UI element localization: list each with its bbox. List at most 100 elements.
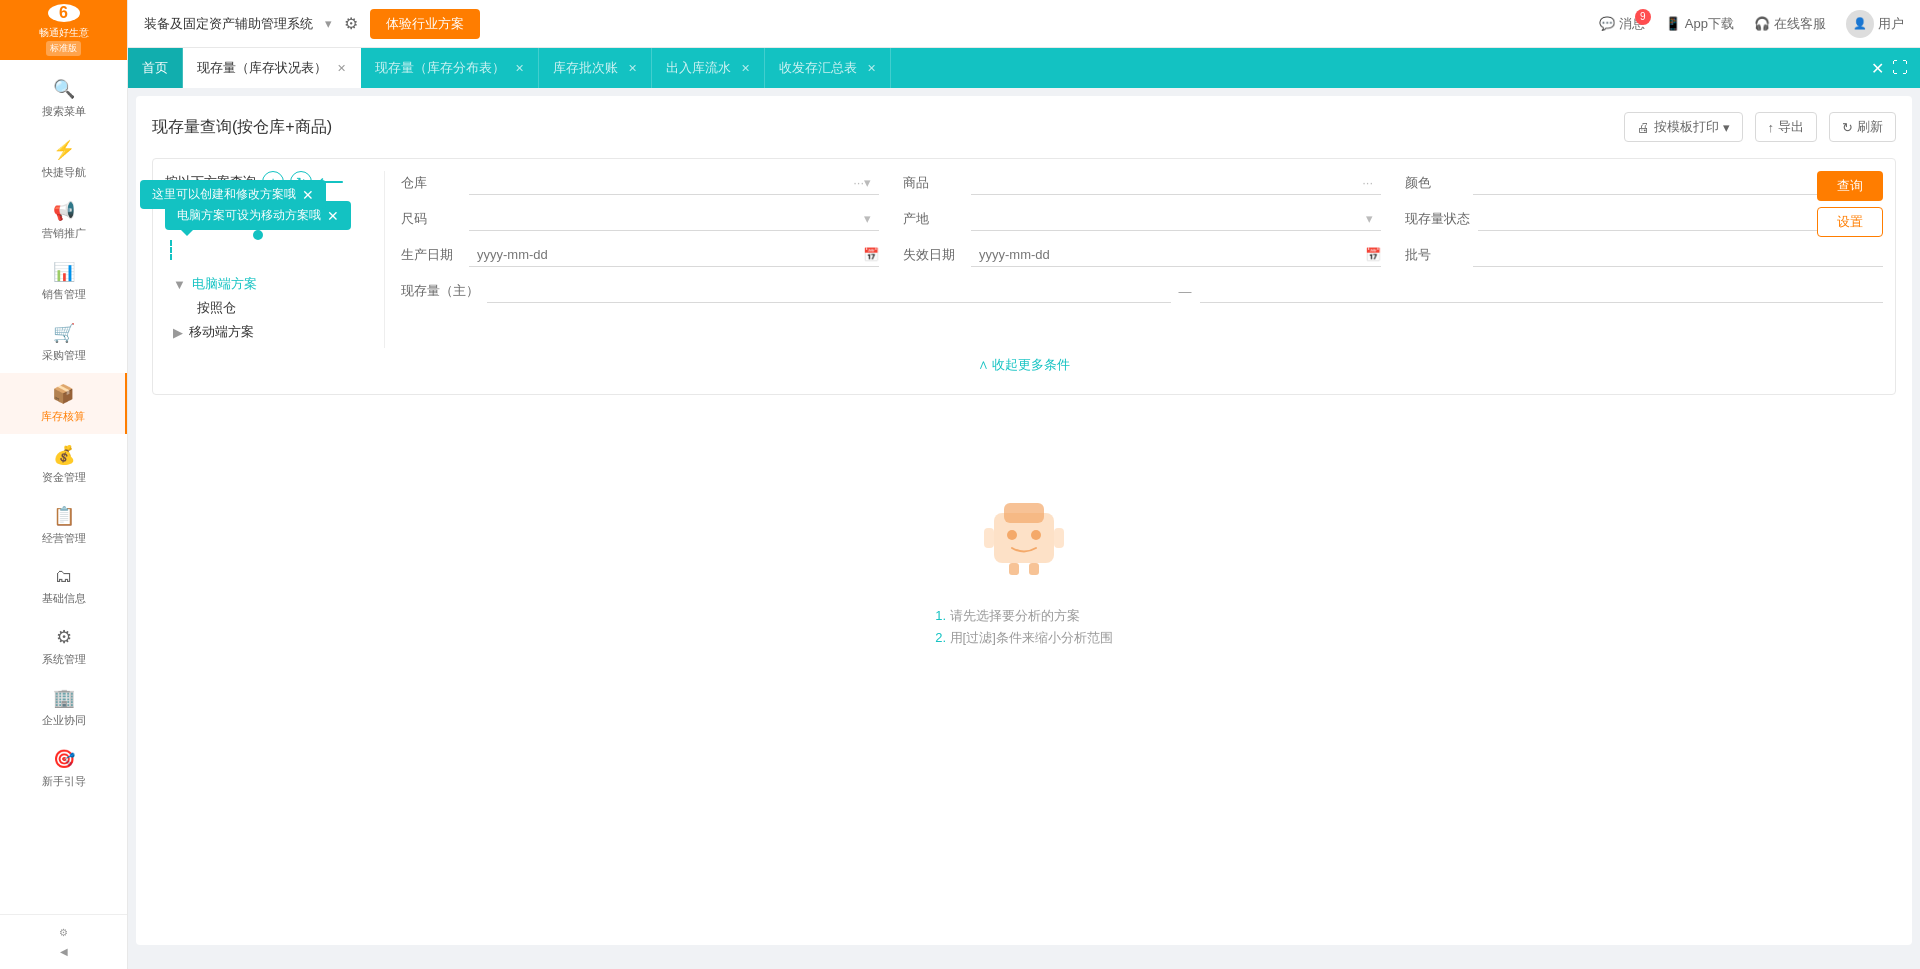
stock-to-input[interactable] <box>1200 279 1884 303</box>
enterprise-icon: 🏢 <box>53 687 75 709</box>
search-icon: 🔍 <box>53 78 75 100</box>
tooltip2-close[interactable]: ✕ <box>302 187 314 203</box>
tab-inventory-dist-label: 现存量（库存分布表） <box>375 59 505 77</box>
sidebar-item-guide[interactable]: 🎯 新手引导 <box>0 738 127 799</box>
cangku-select[interactable]: ··· ▾ <box>469 171 879 195</box>
sidebar-item-nav[interactable]: ⚡ 快捷导航 <box>0 129 127 190</box>
search-btn[interactable]: 查询 <box>1817 171 1883 201</box>
collapse-btn[interactable]: ∧ 收起更多条件 <box>165 348 1883 382</box>
tab-inventory-status-close[interactable]: ✕ <box>337 62 346 75</box>
message-badge: 9 <box>1635 9 1651 25</box>
sidebar-label-nav: 快捷导航 <box>42 165 86 180</box>
system-icon: ⚙ <box>56 626 72 648</box>
tab-batch-label: 库存批次账 <box>553 59 618 77</box>
logo-icon: 6 <box>48 4 80 22</box>
sidebar-label-operations: 经营管理 <box>42 531 86 546</box>
trial-button[interactable]: 体验行业方案 <box>370 9 480 39</box>
guide-icon: 🎯 <box>53 748 75 770</box>
online-support-label: 在线客服 <box>1774 15 1826 33</box>
sidebar-label-guide: 新手引导 <box>42 774 86 789</box>
sidebar-logo: 6 畅通好生意 标准版 <box>0 0 127 60</box>
sidebar-collapse-btn[interactable]: ◀ <box>60 946 68 957</box>
scheme-item-pc[interactable]: ▼ 电脑端方案 <box>165 272 368 296</box>
sidebar-item-purchase[interactable]: 🛒 采购管理 <box>0 312 127 373</box>
sidebar-item-basic[interactable]: 🗂 基础信息 <box>0 556 127 616</box>
origin-select[interactable]: ▾ <box>971 207 1381 231</box>
sidebar-item-sales[interactable]: 📊 销售管理 <box>0 251 127 312</box>
filter-size: 尺码 ▾ <box>401 207 879 231</box>
brand-name: 畅通好生意 <box>39 26 89 39</box>
filter-section: 按以下方案查询 + ↻ ⟵ 电脑方案可设为移动方案哦 ✕ <box>152 158 1896 395</box>
tooltip-create-scheme: 这里可以创建和修改方案哦 ✕ <box>140 180 326 209</box>
sidebar-footer: ⚙ ◀ <box>0 914 127 969</box>
sidebar-item-operations[interactable]: 📋 经营管理 <box>0 495 127 556</box>
tab-close-all-icon[interactable]: ✕ <box>1871 59 1884 78</box>
tab-summary[interactable]: 收发存汇总表 ✕ <box>765 48 891 88</box>
print-chevron: ▾ <box>1723 120 1730 135</box>
sidebar-item-search[interactable]: 🔍 搜索菜单 <box>0 68 127 129</box>
tab-fullscreen-icon[interactable]: ⛶ <box>1892 59 1908 77</box>
scheme-item-mobile[interactable]: ▶ 移动端方案 <box>165 320 368 344</box>
sidebar-label-basic: 基础信息 <box>42 591 86 606</box>
tab-batch-close[interactable]: ✕ <box>628 62 637 75</box>
sidebar-label-enterprise: 企业协同 <box>42 713 86 728</box>
tab-flow[interactable]: 出入库流水 ✕ <box>652 48 765 88</box>
export-btn[interactable]: ↑ 导出 <box>1755 112 1818 142</box>
calendar-icon-prod[interactable]: 📅 <box>863 247 879 262</box>
size-select[interactable]: ▾ <box>469 207 879 231</box>
phone-icon: 📱 <box>1665 16 1681 31</box>
collapse-footer-icon: ◀ <box>60 946 68 957</box>
print-btn[interactable]: 🖨 按模板打印 ▾ <box>1624 112 1743 142</box>
sidebar-item-enterprise[interactable]: 🏢 企业协同 <box>0 677 127 738</box>
goods-select[interactable]: ··· <box>971 171 1381 195</box>
marketing-icon: 📢 <box>53 200 75 222</box>
tab-batch[interactable]: 库存批次账 ✕ <box>539 48 652 88</box>
sidebar-label-search: 搜索菜单 <box>42 104 86 119</box>
cangku-dots[interactable]: ··· <box>853 175 864 190</box>
tab-home-label: 首页 <box>142 59 168 77</box>
sidebar: 6 畅通好生意 标准版 🔍 搜索菜单 ⚡ 快捷导航 📢 营销推广 📊 销售管理 … <box>0 0 128 969</box>
support-icon: 🎧 <box>1754 16 1770 31</box>
refresh-label: 刷新 <box>1857 118 1883 136</box>
goods-dots[interactable]: ··· <box>1362 175 1373 190</box>
sidebar-label-finance: 资金管理 <box>42 470 86 485</box>
svg-rect-7 <box>1029 563 1039 575</box>
gear-icon[interactable]: ⚙ <box>344 14 358 33</box>
chevron-down-icon: ▾ <box>325 16 332 31</box>
prod-date-input[interactable] <box>469 243 863 266</box>
sidebar-item-finance[interactable]: 💰 资金管理 <box>0 434 127 495</box>
sidebar-item-system[interactable]: ⚙ 系统管理 <box>0 616 127 677</box>
filter-settings-btn[interactable]: 设置 <box>1817 207 1883 237</box>
filter-grid-row3: 生产日期 📅 失效日期 📅 <box>401 243 1883 267</box>
batch-input[interactable] <box>1473 243 1883 267</box>
tooltip1-close[interactable]: ✕ <box>327 208 339 224</box>
filter-prod-date: 生产日期 📅 <box>401 243 879 267</box>
tab-inventory-dist[interactable]: 现存量（库存分布表） ✕ <box>361 48 539 88</box>
tab-inventory-status[interactable]: 现存量（库存状况表） ✕ <box>183 48 361 88</box>
purchase-icon: 🛒 <box>53 322 75 344</box>
tab-flow-close[interactable]: ✕ <box>741 62 750 75</box>
calendar-icon-expire[interactable]: 📅 <box>1365 247 1381 262</box>
filter-goods: 商品 ··· <box>903 171 1381 195</box>
empty-hints: 请先选择要分析的方案 用[过滤]条件来缩小分析范围 <box>935 603 1113 651</box>
tab-inventory-status-label: 现存量（库存状况表） <box>197 59 327 77</box>
tab-home[interactable]: 首页 <box>128 48 183 88</box>
app-download-btn[interactable]: 📱 App下载 <box>1665 15 1734 33</box>
expire-date-input[interactable] <box>971 243 1365 266</box>
header: 装备及固定资产辅助管理系统 ▾ ⚙ 体验行业方案 💬 消息 9 📱 App下载 … <box>128 0 1920 48</box>
stock-from-input[interactable] <box>487 279 1171 303</box>
tab-inventory-dist-close[interactable]: ✕ <box>515 62 524 75</box>
message-btn[interactable]: 💬 消息 9 <box>1599 15 1645 33</box>
refresh-btn[interactable]: ↻ 刷新 <box>1829 112 1896 142</box>
online-support-btn[interactable]: 🎧 在线客服 <box>1754 15 1826 33</box>
nav-icon: ⚡ <box>53 139 75 161</box>
sidebar-item-marketing[interactable]: 📢 营销推广 <box>0 190 127 251</box>
tab-summary-close[interactable]: ✕ <box>867 62 876 75</box>
operations-icon: 📋 <box>53 505 75 527</box>
sidebar-settings-btn[interactable]: ⚙ <box>59 927 68 938</box>
scheme-item-cang[interactable]: 按照仓 <box>165 296 368 320</box>
page-title-row: 现存量查询(按仓库+商品) 🖨 按模板打印 ▾ ↑ 导出 ↻ 刷新 <box>152 112 1896 142</box>
filter-grid-row1: 仓库 ··· ▾ 商品 ··· <box>401 171 1883 195</box>
user-menu[interactable]: 👤 用户 <box>1846 10 1904 38</box>
sidebar-item-inventory[interactable]: 📦 库存核算 <box>0 373 127 434</box>
